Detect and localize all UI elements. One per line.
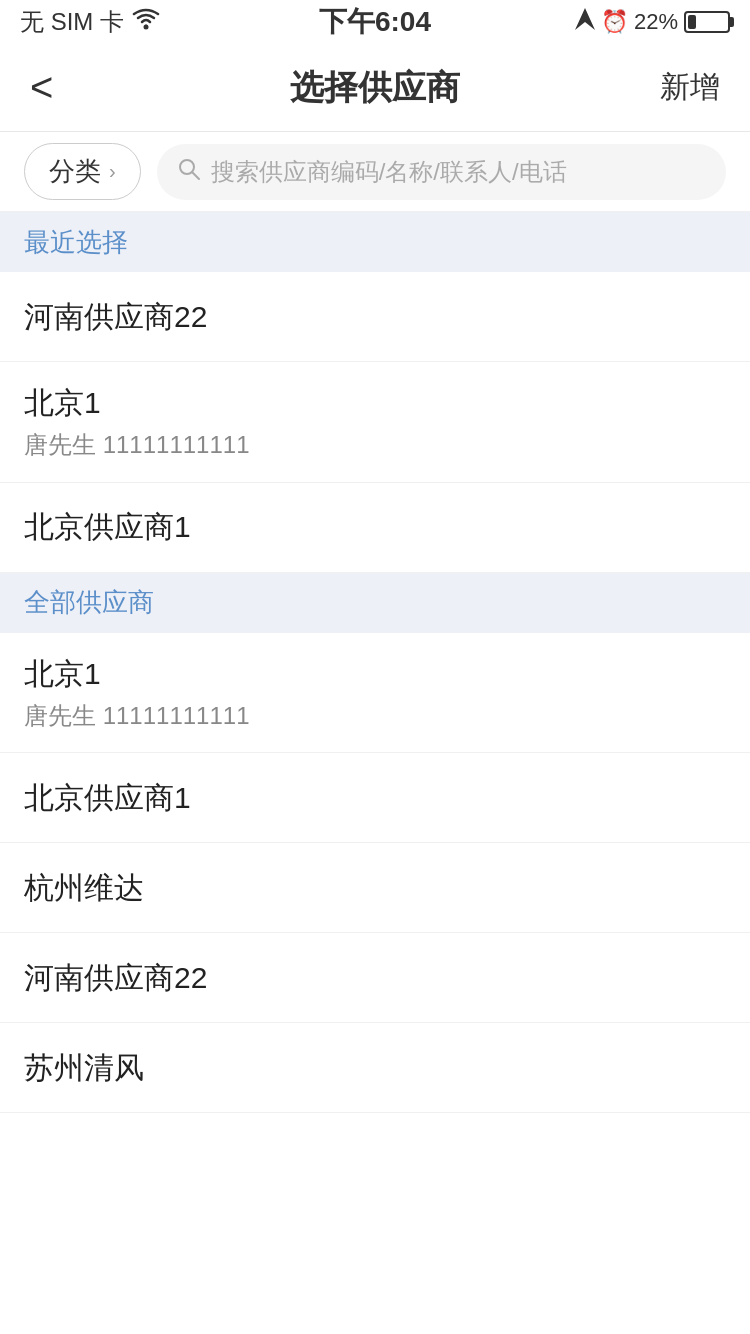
category-button[interactable]: 分类 › xyxy=(24,143,141,200)
supplier-contact: 唐先生 11111111111 xyxy=(24,428,726,462)
supplier-name: 河南供应商22 xyxy=(24,296,726,338)
supplier-name: 北京供应商1 xyxy=(24,777,726,819)
alarm-icon: ⏰ xyxy=(601,9,628,35)
status-time: 下午6:04 xyxy=(319,3,431,41)
supplier-name: 北京1 xyxy=(24,653,726,695)
supplier-name: 河南供应商22 xyxy=(24,957,726,999)
all-section-header: 全部供应商 xyxy=(0,573,750,633)
search-box[interactable]: 搜索供应商编码/名称/联系人/电话 xyxy=(157,144,726,200)
list-item[interactable]: 北京供应商1 xyxy=(0,753,750,843)
category-label: 分类 xyxy=(49,154,101,189)
supplier-name: 杭州维达 xyxy=(24,867,726,909)
list-item[interactable]: 苏州清风 xyxy=(0,1023,750,1113)
back-button[interactable]: < xyxy=(30,65,90,110)
carrier-text: 无 SIM 卡 xyxy=(20,6,124,38)
svg-line-3 xyxy=(192,172,199,179)
all-list: 北京1 唐先生 11111111111 北京供应商1 杭州维达河南供应商22 苏州清风 xyxy=(0,633,750,1114)
chevron-right-icon: › xyxy=(109,160,116,183)
list-item[interactable]: 北京1 唐先生 11111111111 xyxy=(0,633,750,754)
svg-point-0 xyxy=(144,25,149,30)
list-item[interactable]: 河南供应商22 xyxy=(0,933,750,1023)
battery-percent: 22% xyxy=(634,9,678,35)
svg-marker-1 xyxy=(575,8,595,30)
page-title: 选择供应商 xyxy=(290,65,460,111)
all-section-label: 全部供应商 xyxy=(24,585,154,620)
nav-bar: < 选择供应商 新增 xyxy=(0,44,750,132)
battery-icon xyxy=(684,11,730,33)
recent-list: 河南供应商22 北京1 唐先生 11111111111 北京供应商1 xyxy=(0,272,750,573)
add-button[interactable]: 新增 xyxy=(660,67,720,108)
list-item[interactable]: 河南供应商22 xyxy=(0,272,750,362)
list-item[interactable]: 北京1 唐先生 11111111111 xyxy=(0,362,750,483)
search-icon xyxy=(177,157,201,187)
supplier-contact: 唐先生 11111111111 xyxy=(24,699,726,733)
list-item[interactable]: 杭州维达 xyxy=(0,843,750,933)
recent-section-header: 最近选择 xyxy=(0,212,750,272)
supplier-name: 北京供应商1 xyxy=(24,506,726,548)
supplier-name: 北京1 xyxy=(24,382,726,424)
list-item[interactable]: 北京供应商1 xyxy=(0,483,750,573)
filter-bar: 分类 › 搜索供应商编码/名称/联系人/电话 xyxy=(0,132,750,212)
search-placeholder: 搜索供应商编码/名称/联系人/电话 xyxy=(211,156,567,188)
recent-section-label: 最近选择 xyxy=(24,225,128,260)
status-right: ⏰ 22% xyxy=(575,8,730,36)
wifi-icon xyxy=(132,8,160,36)
supplier-name: 苏州清风 xyxy=(24,1047,726,1089)
status-bar: 无 SIM 卡 下午6:04 ⏰ 22% xyxy=(0,0,750,44)
location-icon xyxy=(575,8,595,36)
status-left: 无 SIM 卡 xyxy=(20,6,160,38)
